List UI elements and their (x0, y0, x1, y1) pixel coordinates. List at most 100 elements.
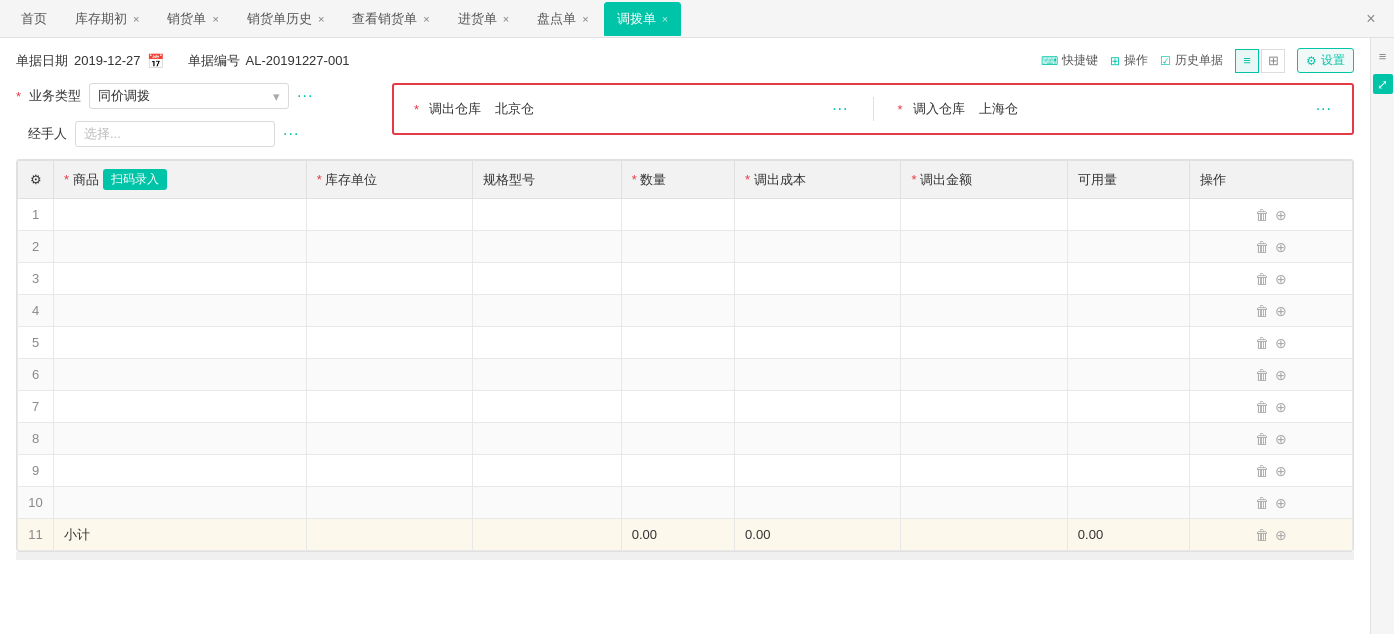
delete-row-10-icon[interactable]: 🗑 (1255, 495, 1269, 511)
cell-4-out_amount[interactable] (901, 295, 1067, 327)
delete-row-7-icon[interactable]: 🗑 (1255, 399, 1269, 415)
business-type-select[interactable]: 同价调拨 ▾ (89, 83, 289, 109)
cell-4-product[interactable] (54, 295, 307, 327)
sidebar-list-icon[interactable]: ≡ (1373, 46, 1393, 66)
cell-8-product[interactable] (54, 423, 307, 455)
cell-8-spec[interactable] (473, 423, 622, 455)
scrollbar[interactable] (16, 552, 1354, 560)
cell-10-unit[interactable] (306, 487, 472, 519)
cell-8-available[interactable] (1067, 423, 1189, 455)
copy-row-10-icon[interactable]: ⊕ (1275, 495, 1287, 511)
cell-11-out_amount[interactable] (901, 519, 1067, 551)
scan-button[interactable]: 扫码录入 (103, 169, 167, 190)
cell-7-out_amount[interactable] (901, 391, 1067, 423)
cell-8-out_amount[interactable] (901, 423, 1067, 455)
delete-row-2-icon[interactable]: 🗑 (1255, 239, 1269, 255)
cell-3-out_amount[interactable] (901, 263, 1067, 295)
tab-home[interactable]: 首页 (8, 2, 60, 36)
cell-1-product[interactable] (54, 199, 307, 231)
cell-5-out_cost[interactable] (735, 327, 901, 359)
cell-9-quantity[interactable] (621, 455, 734, 487)
cell-6-out_amount[interactable] (901, 359, 1067, 391)
operation-btn[interactable]: ⊞ 操作 (1110, 52, 1148, 69)
cell-3-quantity[interactable] (621, 263, 734, 295)
cell-3-product[interactable] (54, 263, 307, 295)
cell-7-product[interactable] (54, 391, 307, 423)
copy-row-2-icon[interactable]: ⊕ (1275, 239, 1287, 255)
cell-7-available[interactable] (1067, 391, 1189, 423)
cell-6-quantity[interactable] (621, 359, 734, 391)
cell-9-out_cost[interactable] (735, 455, 901, 487)
tab-stock-init[interactable]: 库存期初 × (62, 2, 152, 36)
delete-row-4-icon[interactable]: 🗑 (1255, 303, 1269, 319)
copy-row-9-icon[interactable]: ⊕ (1275, 463, 1287, 479)
cell-4-spec[interactable] (473, 295, 622, 327)
tab-transfer[interactable]: 调拨单 × (604, 2, 681, 36)
cell-5-spec[interactable] (473, 327, 622, 359)
cell-4-available[interactable] (1067, 295, 1189, 327)
cell-6-unit[interactable] (306, 359, 472, 391)
cell-2-out_cost[interactable] (735, 231, 901, 263)
tab-stocktake[interactable]: 盘点单 × (524, 2, 601, 36)
tab-view-sales[interactable]: 查看销货单 × (339, 2, 442, 36)
cell-9-spec[interactable] (473, 455, 622, 487)
cell-5-product[interactable] (54, 327, 307, 359)
tab-sales-order-close[interactable]: × (212, 13, 218, 25)
delete-row-9-icon[interactable]: 🗑 (1255, 463, 1269, 479)
grid-view-btn[interactable]: ⊞ (1261, 49, 1285, 73)
cell-7-spec[interactable] (473, 391, 622, 423)
cell-6-spec[interactable] (473, 359, 622, 391)
cell-4-out_cost[interactable] (735, 295, 901, 327)
cell-5-out_amount[interactable] (901, 327, 1067, 359)
cell-2-spec[interactable] (473, 231, 622, 263)
copy-row-7-icon[interactable]: ⊕ (1275, 399, 1287, 415)
cell-6-available[interactable] (1067, 359, 1189, 391)
tab-stock-init-close[interactable]: × (133, 13, 139, 25)
cell-1-unit[interactable] (306, 199, 472, 231)
cell-5-available[interactable] (1067, 327, 1189, 359)
cell-9-unit[interactable] (306, 455, 472, 487)
cell-3-unit[interactable] (306, 263, 472, 295)
cell-3-available[interactable] (1067, 263, 1189, 295)
cell-9-product[interactable] (54, 455, 307, 487)
cell-7-unit[interactable] (306, 391, 472, 423)
tab-stocktake-close[interactable]: × (582, 13, 588, 25)
cell-10-available[interactable] (1067, 487, 1189, 519)
cell-1-available[interactable] (1067, 199, 1189, 231)
cell-3-spec[interactable] (473, 263, 622, 295)
cell-2-available[interactable] (1067, 231, 1189, 263)
delete-row-3-icon[interactable]: 🗑 (1255, 271, 1269, 287)
cell-8-out_cost[interactable] (735, 423, 901, 455)
copy-row-3-icon[interactable]: ⊕ (1275, 271, 1287, 287)
setting-btn[interactable]: ⚙ 设置 (1297, 48, 1354, 73)
tab-transfer-close[interactable]: × (662, 13, 668, 25)
cell-2-product[interactable] (54, 231, 307, 263)
cell-5-quantity[interactable] (621, 327, 734, 359)
cell-11-spec[interactable] (473, 519, 622, 551)
copy-row-5-icon[interactable]: ⊕ (1275, 335, 1287, 351)
cell-10-quantity[interactable] (621, 487, 734, 519)
tab-sales-order[interactable]: 销货单 × (154, 2, 231, 36)
tab-purchase-order[interactable]: 进货单 × (445, 2, 522, 36)
handler-more[interactable]: ··· (283, 125, 299, 143)
cell-11-quantity[interactable]: 0.00 (621, 519, 734, 551)
copy-row-6-icon[interactable]: ⊕ (1275, 367, 1287, 383)
copy-row-1-icon[interactable]: ⊕ (1275, 207, 1287, 223)
cell-3-out_cost[interactable] (735, 263, 901, 295)
delete-row-1-icon[interactable]: 🗑 (1255, 207, 1269, 223)
cell-1-out_amount[interactable] (901, 199, 1067, 231)
copy-row-4-icon[interactable]: ⊕ (1275, 303, 1287, 319)
cell-9-available[interactable] (1067, 455, 1189, 487)
history-btn[interactable]: ☑ 历史单据 (1160, 52, 1223, 69)
handler-input[interactable]: 选择... (75, 121, 275, 147)
sidebar-expand-icon[interactable]: ⤢ (1373, 74, 1393, 94)
cell-8-unit[interactable] (306, 423, 472, 455)
list-view-btn[interactable]: ≡ (1235, 49, 1259, 73)
tab-sales-history-close[interactable]: × (318, 13, 324, 25)
cell-4-quantity[interactable] (621, 295, 734, 327)
gear-header[interactable]: ⚙ (18, 161, 54, 199)
window-close-button[interactable]: × (1356, 4, 1386, 34)
cell-11-out_cost[interactable]: 0.00 (735, 519, 901, 551)
transfer-in-more[interactable]: ··· (1316, 100, 1332, 118)
cell-11-available[interactable]: 0.00 (1067, 519, 1189, 551)
